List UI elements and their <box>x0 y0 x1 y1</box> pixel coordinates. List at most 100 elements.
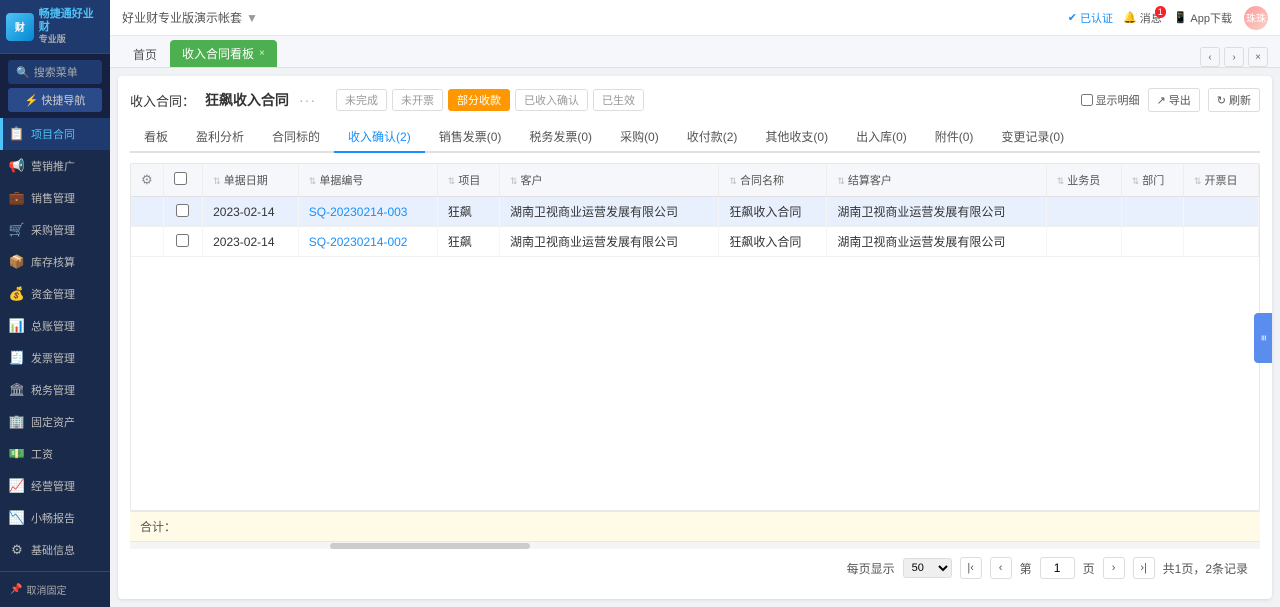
number-col-header: ⇅ 单据编号 <box>298 164 437 197</box>
page-size-select[interactable]: 20 50 100 <box>903 558 952 578</box>
customer-col-header: ⇅ 客户 <box>499 164 718 197</box>
subtab-change-log[interactable]: 变更记录(0) <box>987 122 1078 153</box>
logo-icon: 财 <box>6 13 34 41</box>
sidebar-item-inventory[interactable]: 📦 库存核算 <box>0 246 110 278</box>
status-incomplete[interactable]: 未完成 <box>336 89 387 111</box>
contract-board-tab[interactable]: 收入合同看板 × <box>170 40 277 67</box>
sidebar-item-fixed-assets[interactable]: 🏢 固定资产 <box>0 406 110 438</box>
sidebar-item-payroll[interactable]: 💵 工资 <box>0 438 110 470</box>
pagination-bar: 每页显示 20 50 100 |‹ ‹ 第 页 › ›| 共1页，2条记录 <box>130 549 1260 587</box>
sidebar-item-project-contract[interactable]: 📋 项目合同 <box>0 118 110 150</box>
status-revenue-confirmed[interactable]: 已收入确认 <box>515 89 588 111</box>
subtab-attachments[interactable]: 附件(0) <box>921 122 988 153</box>
checkbox-col-header <box>163 164 202 197</box>
app-logo: 财 畅捷通好业财 专业版 <box>0 0 110 54</box>
subtab-other[interactable]: 其他收支(0) <box>751 122 842 153</box>
refresh-icon: ↻ <box>1217 94 1226 107</box>
subtab-payment[interactable]: 收付款(2) <box>673 122 752 153</box>
last-page-button[interactable]: ›| <box>1133 557 1155 579</box>
sidebar-item-base-info[interactable]: ⚙ 基础信息 <box>0 534 110 566</box>
sort-icon: ⇅ <box>510 176 518 186</box>
status-uninvoiced[interactable]: 未开票 <box>392 89 443 111</box>
sort-icon: ⇅ <box>1132 176 1140 186</box>
row-settlement: 湖南卫视商业运营发展有限公司 <box>827 197 1046 227</box>
sidebar-item-reports[interactable]: 📉 小畅报告 <box>0 502 110 534</box>
messages-button[interactable]: 🔔 1 消息 <box>1123 10 1162 26</box>
row-settings <box>131 197 163 227</box>
salary-icon: 💵 <box>9 446 25 462</box>
sidebar-item-tax[interactable]: 🏛 税务管理 <box>0 374 110 406</box>
detail-checkbox[interactable] <box>1081 94 1093 106</box>
show-detail-toggle[interactable]: 显示明细 <box>1081 92 1140 108</box>
sort-icon: ⇅ <box>1194 176 1202 186</box>
row-checkbox <box>163 227 202 257</box>
subtab-purchase[interactable]: 采购(0) <box>606 122 673 153</box>
page-number-input[interactable] <box>1040 557 1075 579</box>
total-records: 共1页，2条记录 <box>1163 560 1248 577</box>
sidebar-item-invoice[interactable]: 🧾 发票管理 <box>0 342 110 374</box>
table-header-row: ⚙ ⇅ 单据日期 ⇅ 单据编号 ⇅ 项目 ⇅ 客户 ⇅ 合同名称 ⇅ 结算客户 … <box>131 164 1259 197</box>
download-icon: 📱 <box>1174 11 1188 24</box>
sidebar-item-marketing[interactable]: 📢 营销推广 <box>0 150 110 182</box>
search-menu-button[interactable]: 🔍 搜索菜单 <box>8 60 102 84</box>
tab-prev-button[interactable]: ‹ <box>1200 47 1220 67</box>
select-all-checkbox[interactable] <box>174 172 187 185</box>
sidebar-search-area: 🔍 搜索菜单 ⚡ 快捷导航 <box>0 54 110 118</box>
row-checkbox <box>163 197 202 227</box>
status-partial-payment[interactable]: 部分收款 <box>448 89 510 111</box>
unpin-button[interactable]: 📌 取消固定 <box>6 578 104 601</box>
subtab-warehouse[interactable]: 出入库(0) <box>842 122 921 153</box>
sidebar-item-operations[interactable]: 📈 经营管理 <box>0 470 110 502</box>
row-select-checkbox[interactable] <box>176 234 189 247</box>
settlement-col-header: ⇅ 结算客户 <box>827 164 1046 197</box>
building-icon: 🏢 <box>9 414 25 430</box>
column-settings-icon[interactable]: ⚙ <box>141 172 153 188</box>
topbar-right: 🔔 1 消息 📱 App下载 珠珠 <box>1123 6 1268 30</box>
more-options-button[interactable]: ··· <box>299 92 316 108</box>
home-tab[interactable]: 首页 <box>122 41 168 67</box>
row-number-link[interactable]: SQ-20230214-002 <box>309 235 408 249</box>
pin-icon: 📌 <box>10 584 22 595</box>
sidebar-item-purchase[interactable]: 🛒 采购管理 <box>0 214 110 246</box>
row-select-checkbox[interactable] <box>176 204 189 217</box>
sidebar-item-sales[interactable]: 💼 销售管理 <box>0 182 110 214</box>
subtab-contract-items[interactable]: 合同标的 <box>258 122 334 153</box>
status-effective[interactable]: 已生效 <box>593 89 644 111</box>
money-icon: 💰 <box>9 286 25 302</box>
app-title: 畅捷通好业财 专业版 <box>39 8 104 45</box>
receipt-icon: 🧾 <box>9 350 25 366</box>
salesperson-col-header: ⇅ 业务员 <box>1046 164 1121 197</box>
sidebar-item-finance[interactable]: 💰 资金管理 <box>0 278 110 310</box>
row-department <box>1121 227 1183 257</box>
tab-close-all-button[interactable]: × <box>1248 47 1268 67</box>
subtab-revenue-confirm[interactable]: 收入确认(2) <box>334 122 425 153</box>
row-number: SQ-20230214-002 <box>298 227 437 257</box>
subtab-profit[interactable]: 盈利分析 <box>182 122 258 153</box>
main-area: 好业财专业版演示帐套 ▼ ✔ 已认证 🔔 1 消息 📱 App下载 珠珠 首页 <box>110 0 1280 607</box>
certified-badge: ✔ 已认证 <box>1068 10 1113 26</box>
tab-close-button[interactable]: × <box>259 48 265 59</box>
subtab-tax-invoice[interactable]: 税务发票(0) <box>515 122 606 153</box>
sidebar-item-general-ledger[interactable]: 📊 总账管理 <box>0 310 110 342</box>
row-contract-name: 狂飙收入合同 <box>719 227 827 257</box>
department-col-header: ⇅ 部门 <box>1121 164 1183 197</box>
quick-nav-button[interactable]: ⚡ 快捷导航 <box>8 88 102 112</box>
horizontal-scrollbar[interactable] <box>130 541 1260 549</box>
next-page-button[interactable]: › <box>1103 557 1125 579</box>
table-footer: 合计： <box>130 511 1260 541</box>
table-row: 2023-02-14 SQ-20230214-002 狂飙 湖南卫视商业运营发展… <box>131 227 1259 257</box>
first-page-button[interactable]: |‹ <box>960 557 982 579</box>
subtab-sales-invoice[interactable]: 销售发票(0) <box>425 122 516 153</box>
right-float-panel-button[interactable]: ≡ <box>1254 313 1272 363</box>
sort-icon: ⇅ <box>837 176 845 186</box>
prev-page-button[interactable]: ‹ <box>990 557 1012 579</box>
sidebar-bottom: 📌 取消固定 <box>0 571 110 607</box>
app-download-button[interactable]: 📱 App下载 <box>1174 10 1232 26</box>
subtab-board[interactable]: 看板 <box>130 122 182 153</box>
refresh-button[interactable]: ↻ 刷新 <box>1208 88 1260 112</box>
export-icon: ↗ <box>1157 94 1166 107</box>
tab-next-button[interactable]: › <box>1224 47 1244 67</box>
clipboard-icon: 📋 <box>9 126 25 142</box>
export-button[interactable]: ↗ 导出 <box>1148 88 1200 112</box>
row-number-link[interactable]: SQ-20230214-003 <box>309 205 408 219</box>
